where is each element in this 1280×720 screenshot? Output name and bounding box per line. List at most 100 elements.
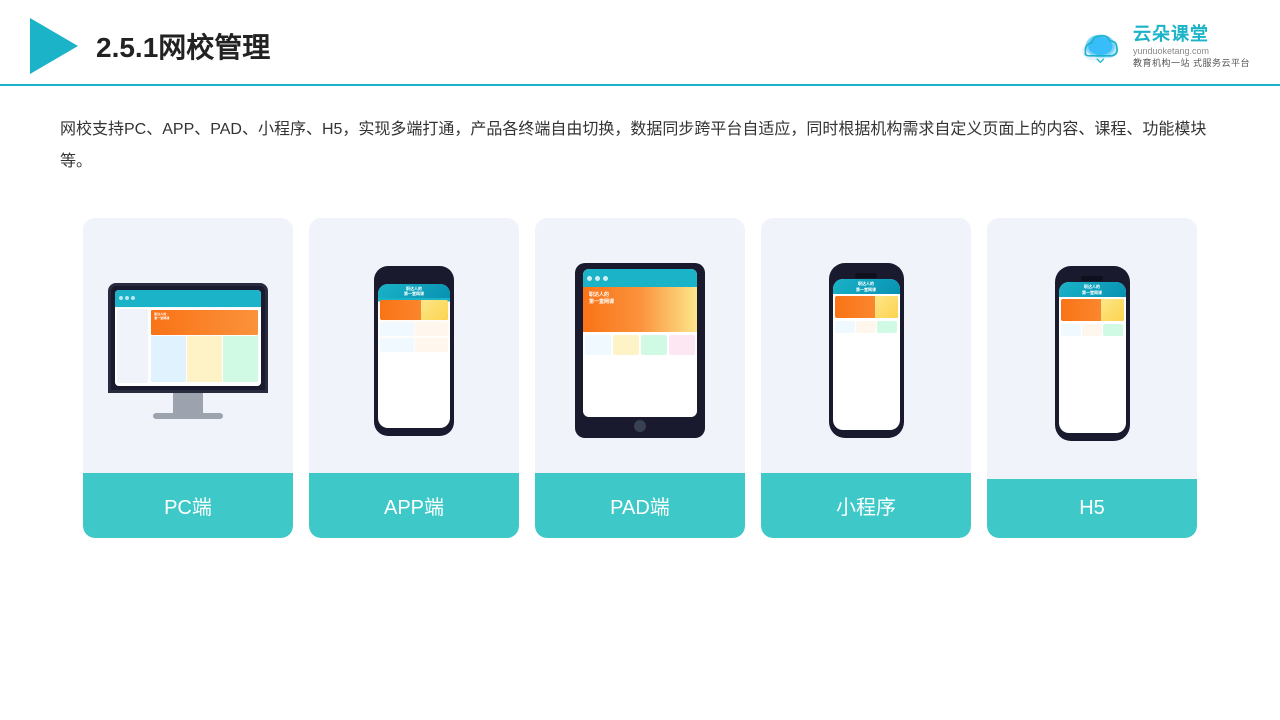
pad-nav-dot <box>595 276 600 281</box>
phone-header-area: 职达人的第一堂网课 <box>378 284 450 298</box>
brand-url: yunduoketang.com <box>1133 46 1209 58</box>
monitor-body: 职达人的第一堂网课 <box>108 283 268 393</box>
description-paragraph: 网校支持PC、APP、PAD、小程序、H5，实现多端打通，产品各终端自由切换，数… <box>60 114 1220 178</box>
pad-card-item <box>613 335 639 355</box>
brand-slogan: 教育机构一站 式服务云平台 <box>1133 58 1250 70</box>
small-screen-cards <box>833 320 900 334</box>
phone-screen: 职达人的第一堂网课 <box>378 284 450 428</box>
small-phone-miniprogram: 职达人的第一堂网课 <box>829 263 904 438</box>
phone-screen-content: 职达人的第一堂网课 <box>378 284 450 354</box>
card-pc-label: PC端 <box>83 473 293 538</box>
pad-nav-dot <box>587 276 592 281</box>
phone-banner <box>380 300 448 320</box>
pad-banner-title: 职达人的第一堂网课 <box>589 292 614 306</box>
card-h5-label: H5 <box>987 479 1197 538</box>
pad-screen-content: 职达人的第一堂网课 <box>583 269 697 358</box>
small-screen-header-text: 职达人的第一堂网课 <box>856 281 876 292</box>
screen-banner-text: 职达人的第一堂网课 <box>154 312 169 320</box>
pc-monitor-mockup: 职达人的第一堂网课 <box>103 283 273 419</box>
nav-dot <box>125 296 129 300</box>
pad-banner: 职达人的第一堂网课 <box>583 287 697 332</box>
small-phone-h5: 职达人的第一堂网课 <box>1055 266 1130 441</box>
small-banner-img <box>875 296 897 318</box>
phone-mockup-app: 职达人的第一堂网课 <box>374 266 454 436</box>
monitor-screen-inner: 职达人的第一堂网课 <box>115 290 261 386</box>
card-pad: 职达人的第一堂网课 PAD端 <box>535 218 745 538</box>
card-miniprogram-image: 职达人的第一堂网课 <box>761 218 971 473</box>
small-screen-header: 职达人的第一堂网课 <box>1059 282 1126 297</box>
screen-content: 职达人的第一堂网课 <box>115 307 261 386</box>
cards-container: 职达人的第一堂网课 <box>0 188 1280 568</box>
small-phone-notch <box>855 273 877 278</box>
pad-card-item <box>641 335 667 355</box>
card-miniprogram: 职达人的第一堂网课 小程序 <box>761 218 971 538</box>
nav-dot <box>131 296 135 300</box>
screen-sidebar <box>117 309 148 384</box>
small-banner-img <box>1101 299 1123 321</box>
screen-main: 职达人的第一堂网课 <box>150 309 259 384</box>
small-screen-content: 职达人的第一堂网课 <box>833 279 900 334</box>
phone-mini-card <box>415 322 449 336</box>
small-phone-notch <box>1081 276 1103 281</box>
phone-body-content <box>378 298 450 354</box>
pad-mockup: 职达人的第一堂网课 <box>575 263 705 438</box>
small-phone-screen: 职达人的第一堂网课 <box>1059 282 1126 433</box>
brand-text: 云朵课堂 yunduoketang.com 教育机构一站 式服务云平台 <box>1133 23 1250 70</box>
card-app-label: APP端 <box>309 473 519 538</box>
screen-mini-card <box>151 336 186 382</box>
small-screen-cards <box>1059 323 1126 337</box>
monitor-stand <box>173 393 203 413</box>
phone-card-row <box>380 338 448 352</box>
page-title: 2.5.1网校管理 <box>96 26 270 66</box>
screen-banner: 职达人的第一堂网课 <box>151 310 258 335</box>
pad-card-item <box>585 335 611 355</box>
small-mini-card <box>835 321 855 333</box>
nav-dot <box>119 296 123 300</box>
card-pc-image: 职达人的第一堂网课 <box>83 218 293 473</box>
logo-triangle-icon <box>30 18 78 74</box>
card-h5-image: 职达人的第一堂网课 <box>987 218 1197 479</box>
monitor-base <box>153 413 223 419</box>
phone-notch <box>402 274 426 279</box>
small-mini-card <box>1061 324 1081 336</box>
pad-cards <box>583 332 697 358</box>
screen-cards <box>151 336 258 382</box>
card-miniprogram-label: 小程序 <box>761 473 971 538</box>
screen-nav <box>115 290 261 307</box>
screen-mini-card <box>187 336 222 382</box>
header-left: 2.5.1网校管理 <box>30 18 270 74</box>
card-app: 职达人的第一堂网课 <box>309 218 519 538</box>
monitor-screen: 职达人的第一堂网课 <box>115 290 261 386</box>
small-screen-header-text: 职达人的第一堂网课 <box>1082 284 1102 295</box>
screen-mini-card <box>223 336 258 382</box>
brand-name: 云朵课堂 <box>1133 23 1209 46</box>
card-app-image: 职达人的第一堂网课 <box>309 218 519 473</box>
small-mini-card <box>1082 324 1102 336</box>
pad-home-button <box>634 420 646 432</box>
pad-nav <box>583 269 697 287</box>
pad-nav-dot <box>603 276 608 281</box>
cloud-icon <box>1077 28 1127 64</box>
card-pad-image: 职达人的第一堂网课 <box>535 218 745 473</box>
phone-mini-card <box>380 322 414 336</box>
card-pc: 职达人的第一堂网课 <box>83 218 293 538</box>
small-screen-header: 职达人的第一堂网课 <box>833 279 900 294</box>
phone-banner-img <box>421 300 448 320</box>
small-screen-banner <box>1061 299 1124 321</box>
small-mini-card <box>856 321 876 333</box>
header-right: 云朵课堂 yunduoketang.com 教育机构一站 式服务云平台 <box>1077 23 1250 70</box>
card-pad-label: PAD端 <box>535 473 745 538</box>
brand-logo: 云朵课堂 yunduoketang.com 教育机构一站 式服务云平台 <box>1077 23 1250 70</box>
phone-mini-card <box>380 338 414 352</box>
small-mini-card <box>877 321 897 333</box>
phone-mini-card <box>415 338 449 352</box>
small-phone-screen: 职达人的第一堂网课 <box>833 279 900 430</box>
pad-card-item <box>669 335 695 355</box>
small-mini-card <box>1103 324 1123 336</box>
pad-screen: 职达人的第一堂网课 <box>583 269 697 417</box>
small-screen-content: 职达人的第一堂网课 <box>1059 282 1126 337</box>
phone-card-row <box>380 322 448 336</box>
description-text: 网校支持PC、APP、PAD、小程序、H5，实现多端打通，产品各终端自由切换，数… <box>0 86 1280 188</box>
card-h5: 职达人的第一堂网课 H5 <box>987 218 1197 538</box>
page-header: 2.5.1网校管理 云朵课堂 yunduoketang.com 教育机构一站 式… <box>0 0 1280 86</box>
